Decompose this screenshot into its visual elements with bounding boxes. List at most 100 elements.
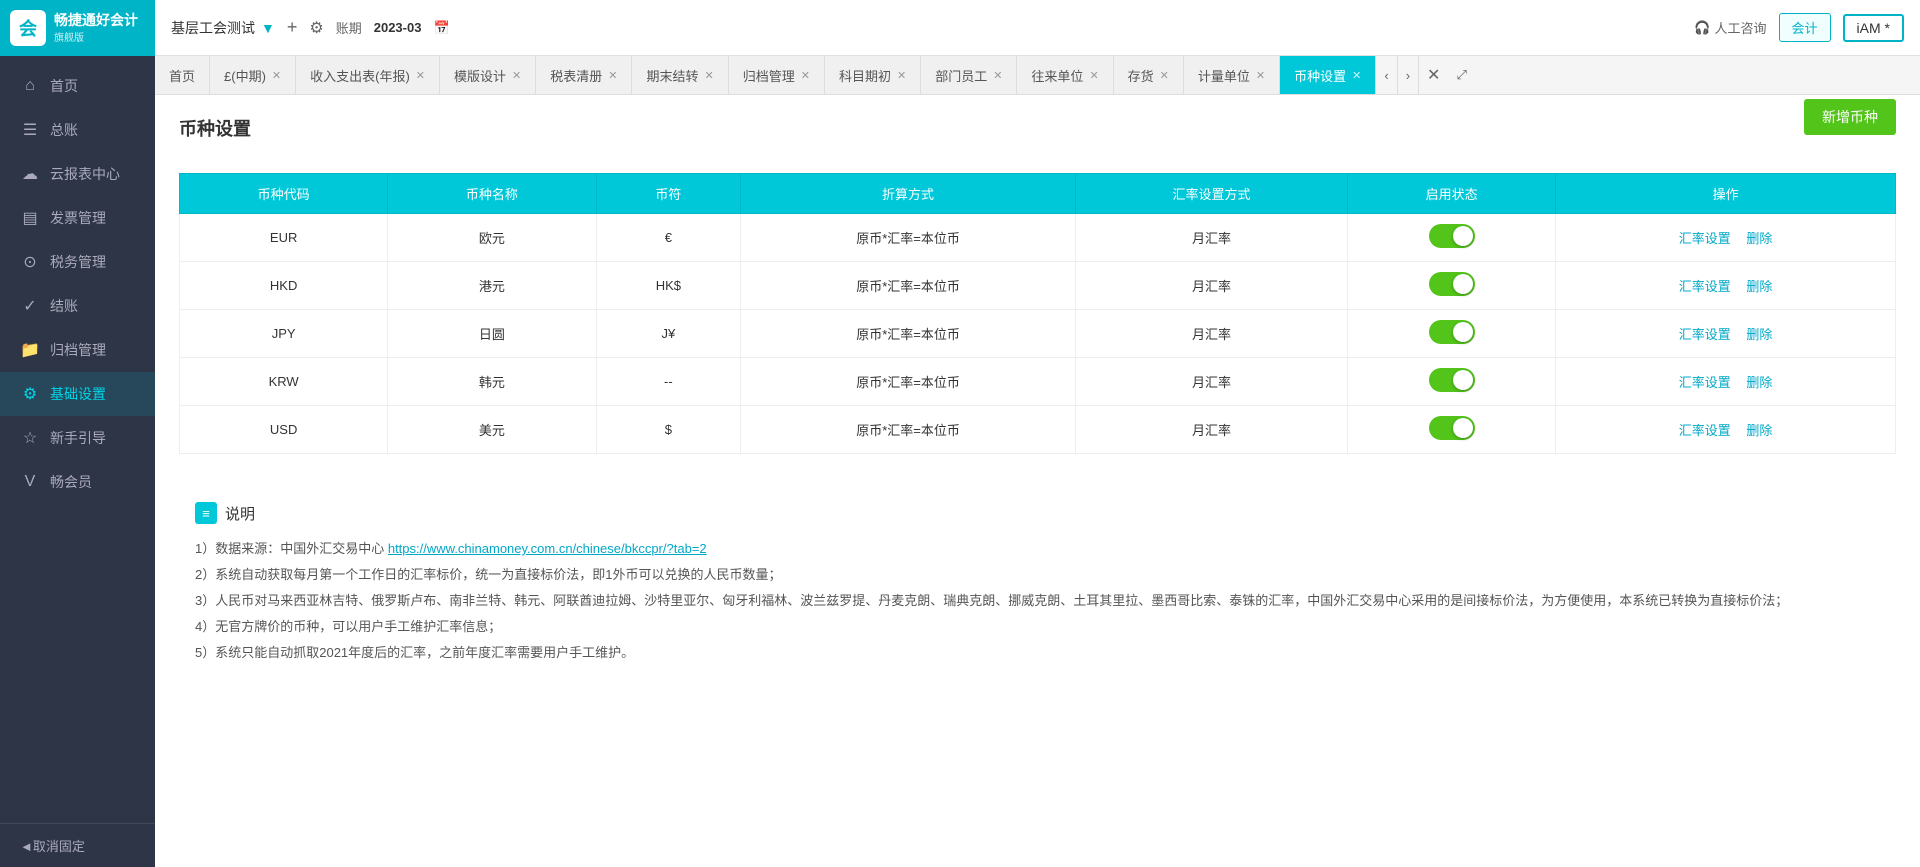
tab-close-icon[interactable]: ✕: [1089, 69, 1098, 82]
sidebar-item-label: 畅会员: [50, 472, 92, 492]
notes-link[interactable]: https://www.chinamoney.com.cn/chinese/bk…: [388, 541, 707, 556]
tab-midterm[interactable]: £(中期) ✕: [210, 56, 296, 94]
tab-contacts[interactable]: 往来单位 ✕: [1017, 56, 1113, 94]
account-button[interactable]: 会计: [1779, 13, 1831, 42]
tab-label: 币种设置: [1294, 66, 1346, 85]
tab-label: 模版设计: [454, 66, 506, 85]
notes-title-area: ≡ 说明: [195, 502, 1880, 524]
rate-setting-link[interactable]: 汇率设置: [1679, 375, 1731, 390]
sidebar-item-invoice[interactable]: ▤ 发票管理: [0, 196, 155, 240]
tab-label: 计量单位: [1198, 66, 1250, 85]
tab-label: 往来单位: [1031, 66, 1083, 85]
tab-next-button[interactable]: ›: [1398, 56, 1419, 94]
cell-method: 原币*汇率=本位币: [741, 262, 1076, 310]
notes-list: 1）数据来源：中国外汇交易中心 https://www.chinamoney.c…: [195, 536, 1880, 666]
tab-archive[interactable]: 归档管理 ✕: [729, 56, 825, 94]
iam-button[interactable]: iAM *: [1843, 14, 1904, 42]
top-bar-icons: + ⚙: [287, 17, 324, 38]
sidebar-item-settings[interactable]: ⚙ 基础设置: [0, 372, 155, 416]
delete-link[interactable]: 删除: [1746, 423, 1772, 438]
company-selector[interactable]: 基层工会测试 ▼: [171, 18, 275, 38]
toggle-switch[interactable]: [1429, 224, 1475, 248]
tab-close-icon[interactable]: ✕: [512, 69, 521, 82]
logo-area: 会 畅捷通好会计 旗舰版: [0, 0, 155, 56]
delete-link[interactable]: 删除: [1746, 327, 1772, 342]
sidebar-item-checkout[interactable]: ✓ 结账: [0, 284, 155, 328]
add-icon[interactable]: +: [287, 17, 298, 38]
support-button[interactable]: 🎧 人工咨询: [1694, 18, 1766, 37]
period-value: 2023-03: [374, 20, 422, 35]
sidebar-item-label: 总账: [50, 120, 78, 140]
toggle-track: [1429, 320, 1475, 344]
delete-link[interactable]: 删除: [1746, 279, 1772, 294]
sidebar-item-archive[interactable]: 📁 归档管理: [0, 328, 155, 372]
iam-label: iAM *: [1857, 20, 1890, 36]
tab-label: 首页: [169, 66, 195, 85]
col-symbol: 币符: [596, 174, 741, 214]
toggle-track: [1429, 416, 1475, 440]
tab-close-icon[interactable]: ✕: [993, 69, 1002, 82]
tab-expand-button[interactable]: ⤢: [1448, 56, 1474, 94]
pin-toggle[interactable]: ◄取消固定: [0, 823, 155, 867]
tab-close-icon[interactable]: ✕: [1160, 69, 1169, 82]
sidebar-item-home[interactable]: ⌂ 首页: [0, 64, 155, 108]
rate-setting-link[interactable]: 汇率设置: [1679, 327, 1731, 342]
logo-subtitle: 旗舰版: [54, 29, 138, 44]
tab-close-icon[interactable]: ✕: [608, 69, 617, 82]
tab-currency[interactable]: 币种设置 ✕: [1280, 56, 1376, 94]
tab-tax-list[interactable]: 税表清册 ✕: [536, 56, 632, 94]
toggle-switch[interactable]: [1429, 272, 1475, 296]
tab-close-icon[interactable]: ✕: [801, 69, 810, 82]
toggle-switch[interactable]: [1429, 416, 1475, 440]
sidebar-item-tax[interactable]: ⊙ 税务管理: [0, 240, 155, 284]
sidebar-item-reports[interactable]: ☁ 云报表中心: [0, 152, 155, 196]
sidebar-item-label: 发票管理: [50, 208, 106, 228]
tab-close-icon[interactable]: ✕: [1352, 69, 1361, 82]
tab-department[interactable]: 部门员工 ✕: [921, 56, 1017, 94]
tab-close-icon[interactable]: ✕: [416, 69, 425, 82]
sidebar-item-member[interactable]: V 畅会员: [0, 460, 155, 504]
tab-home[interactable]: 首页: [155, 56, 210, 94]
logo-text-area: 畅捷通好会计 旗舰版: [54, 12, 138, 44]
tab-close-icon[interactable]: ✕: [705, 69, 714, 82]
tab-close-icon[interactable]: ✕: [272, 69, 281, 82]
tab-period-end[interactable]: 期末结转 ✕: [632, 56, 728, 94]
toggle-track: [1429, 368, 1475, 392]
cell-name: 欧元: [388, 214, 596, 262]
toggle-switch[interactable]: [1429, 320, 1475, 344]
tab-prev-button[interactable]: ‹: [1376, 56, 1397, 94]
rate-setting-link[interactable]: 汇率设置: [1679, 423, 1731, 438]
tab-close-icon[interactable]: ✕: [897, 69, 906, 82]
tab-annual-report[interactable]: 收入支出表(年报) ✕: [296, 56, 440, 94]
sidebar-item-ledger[interactable]: ☰ 总账: [0, 108, 155, 152]
rate-setting-link[interactable]: 汇率设置: [1679, 279, 1731, 294]
toggle-switch[interactable]: [1429, 368, 1475, 392]
checkout-icon: ✓: [20, 296, 40, 316]
tab-template[interactable]: 模版设计 ✕: [440, 56, 536, 94]
tab-label: 期末结转: [646, 66, 698, 85]
tab-subject-init[interactable]: 科目期初 ✕: [825, 56, 921, 94]
settings-icon: ⚙: [20, 384, 40, 404]
delete-link[interactable]: 删除: [1746, 375, 1772, 390]
tab-inventory[interactable]: 存货 ✕: [1114, 56, 1184, 94]
col-action: 操作: [1556, 174, 1896, 214]
tab-unit[interactable]: 计量单位 ✕: [1184, 56, 1280, 94]
cell-name: 港元: [388, 262, 596, 310]
cell-name: 韩元: [388, 358, 596, 406]
cell-status: [1347, 262, 1555, 310]
logo-icon: 会: [10, 10, 46, 46]
sidebar-item-guide[interactable]: ☆ 新手引导: [0, 416, 155, 460]
tab-close-icon[interactable]: ✕: [1256, 69, 1265, 82]
new-currency-button[interactable]: 新增币种: [1804, 99, 1896, 135]
pin-label: ◄取消固定: [20, 836, 85, 855]
cell-method: 原币*汇率=本位币: [741, 406, 1076, 454]
col-status: 启用状态: [1347, 174, 1555, 214]
period-label: 账期: [336, 18, 362, 37]
delete-link[interactable]: 删除: [1746, 231, 1772, 246]
calendar-icon[interactable]: 📅: [433, 20, 449, 36]
settings-gear-icon[interactable]: ⚙: [309, 18, 323, 38]
sidebar-item-label: 结账: [50, 296, 78, 316]
tab-label: 存货: [1128, 66, 1154, 85]
rate-setting-link[interactable]: 汇率设置: [1679, 231, 1731, 246]
tab-close-all-button[interactable]: ✕: [1419, 56, 1448, 94]
